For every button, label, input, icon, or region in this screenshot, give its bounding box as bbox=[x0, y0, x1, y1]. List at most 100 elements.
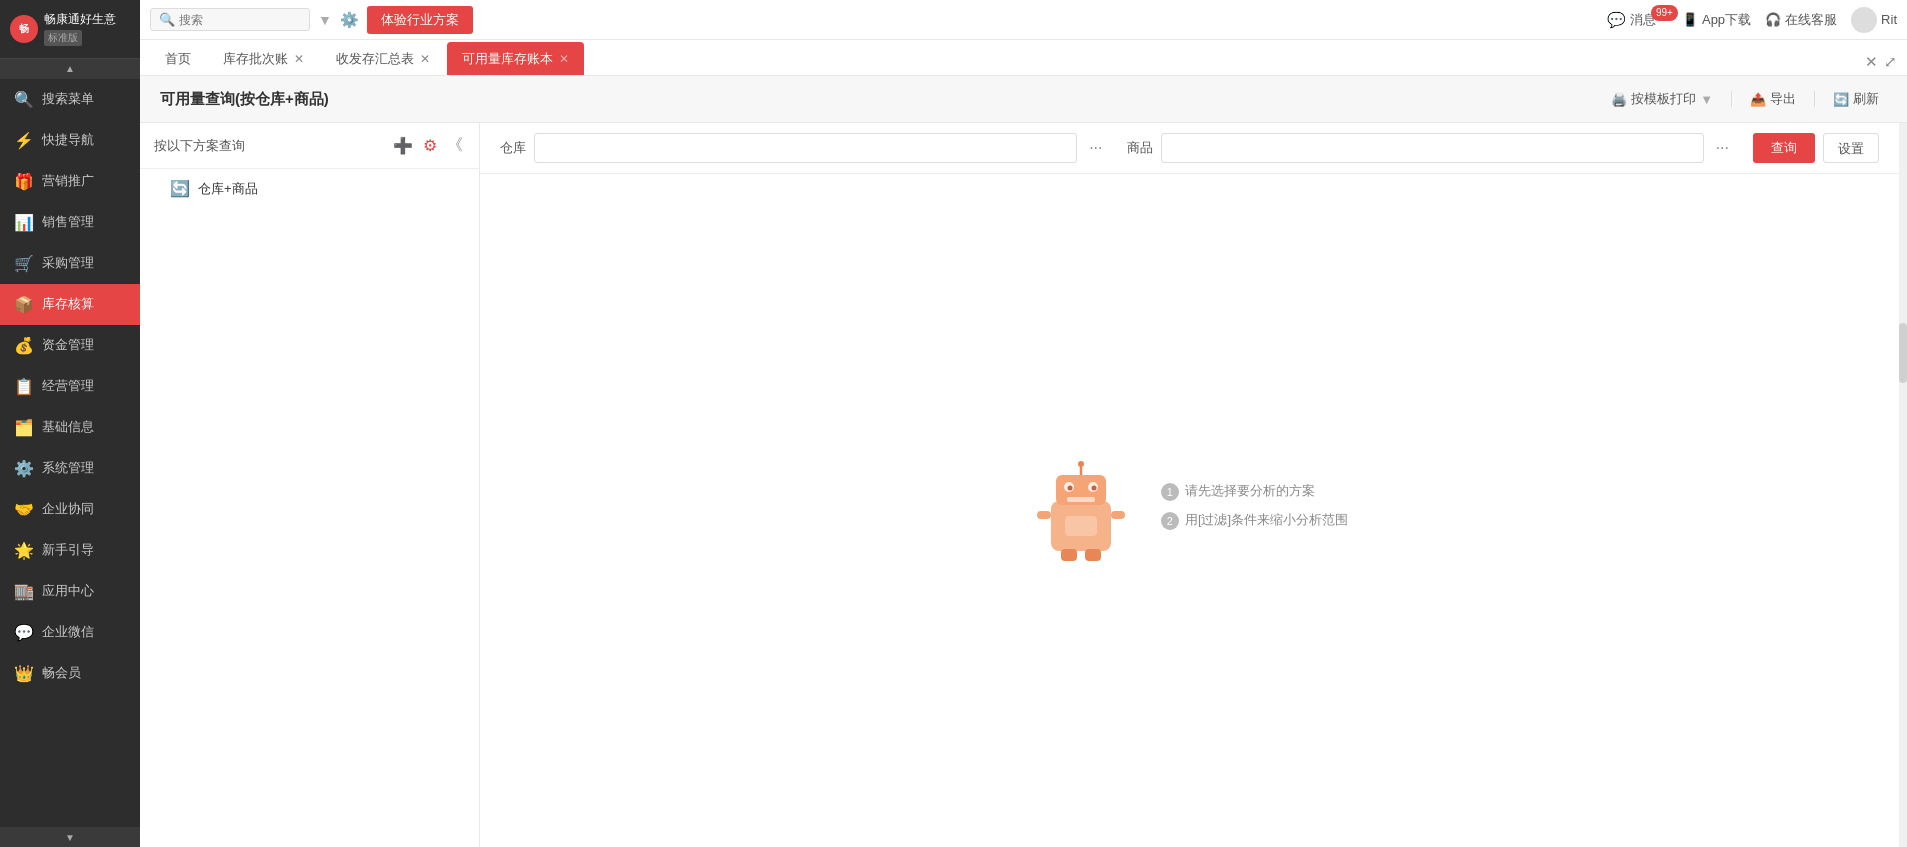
sidebar-item-guide[interactable]: 🌟 新手引导 bbox=[0, 530, 140, 571]
phone-icon: 📱 bbox=[1682, 12, 1698, 27]
app-edition: 标准版 bbox=[44, 30, 82, 46]
empty-illustration bbox=[1031, 461, 1131, 571]
sidebar-item-member[interactable]: 👑 畅会员 bbox=[0, 653, 140, 694]
sidebar-item-enterprise[interactable]: 🤝 企业协同 bbox=[0, 489, 140, 530]
empty-state-inner: 1 请先选择要分析的方案 2 用[过滤]条件来缩小分析范围 bbox=[1031, 461, 1348, 561]
sidebar-nav: 🔍 搜索菜单 ⚡ 快捷导航 🎁 营销推广 📊 销售管理 🛒 采购管理 📦 库存核… bbox=[0, 79, 140, 827]
sidebar-item-shortcut[interactable]: ⚡ 快捷导航 bbox=[0, 120, 140, 161]
tab-batch[interactable]: 库存批次账 ✕ bbox=[208, 42, 319, 75]
sidebar-item-basic[interactable]: 🗂️ 基础信息 bbox=[0, 407, 140, 448]
filter-item-warehouse-product[interactable]: 🔄 仓库+商品 bbox=[140, 169, 479, 208]
tab-receipt[interactable]: 收发存汇总表 ✕ bbox=[321, 42, 445, 75]
hint-item-2: 2 用[过滤]条件来缩小分析范围 bbox=[1161, 511, 1348, 530]
scrollbar-thumb[interactable] bbox=[1899, 323, 1907, 383]
product-more-icon[interactable]: ··· bbox=[1712, 139, 1733, 157]
handshake-icon: 🤝 bbox=[14, 500, 34, 519]
sidebar-item-operations[interactable]: 📋 经营管理 bbox=[0, 366, 140, 407]
sidebar-item-search[interactable]: 🔍 搜索菜单 bbox=[0, 79, 140, 120]
wechat-icon: 💬 bbox=[14, 623, 34, 642]
headset-icon: 🎧 bbox=[1765, 12, 1781, 27]
sidebar: 畅 畅康通好生意 标准版 ▲ 🔍 搜索菜单 ⚡ 快捷导航 🎁 营销推广 📊 销售… bbox=[0, 0, 140, 847]
product-filter-field: 商品 ··· bbox=[1127, 133, 1734, 163]
query-btn[interactable]: 查询 bbox=[1753, 133, 1815, 163]
message-btn[interactable]: 💬 消息 99+ bbox=[1607, 11, 1668, 29]
filter-row: 仓库 ··· 商品 ··· 查询 设置 bbox=[480, 123, 1899, 174]
filter-panel: 按以下方案查询 ➕ ⚙ 《 🔄 仓库+商品 bbox=[140, 123, 480, 847]
sidebar-item-wechat[interactable]: 💬 企业微信 bbox=[0, 612, 140, 653]
online-service-btn[interactable]: 🎧 在线客服 bbox=[1765, 11, 1837, 29]
warehouse-input[interactable] bbox=[534, 133, 1077, 163]
gear-icon: ⚙️ bbox=[14, 459, 34, 478]
app-title: 畅康通好生意 bbox=[44, 12, 116, 28]
topbar-search-box[interactable]: 🔍 bbox=[150, 8, 310, 31]
star-icon: 🌟 bbox=[14, 541, 34, 560]
tabs-controls: ✕ ⤢ bbox=[1865, 53, 1897, 75]
sidebar-item-inventory[interactable]: 📦 库存核算 bbox=[0, 284, 140, 325]
avatar bbox=[1851, 7, 1877, 33]
sidebar-item-appstore[interactable]: 🏬 应用中心 bbox=[0, 571, 140, 612]
clipboard-icon: 📋 bbox=[14, 377, 34, 396]
filter-actions: 查询 设置 bbox=[1753, 133, 1879, 163]
search-input[interactable] bbox=[179, 13, 299, 27]
page-header: 可用量查询(按仓库+商品) 🖨️ 按模板打印 ▼ 📤 导出 🔄 刷新 bbox=[140, 76, 1907, 123]
message-icon: 💬 bbox=[1607, 11, 1626, 29]
topbar-search-icon: 🔍 bbox=[159, 12, 175, 27]
product-label: 商品 bbox=[1127, 139, 1153, 157]
refresh-icon: 🔄 bbox=[1833, 92, 1849, 107]
product-input[interactable] bbox=[1161, 133, 1704, 163]
refresh-btn[interactable]: 🔄 刷新 bbox=[1825, 86, 1887, 112]
app-logo: 畅 bbox=[10, 15, 38, 43]
search-icon: 🔍 bbox=[14, 90, 34, 109]
app-download-btn[interactable]: 📱 App下载 bbox=[1682, 11, 1751, 29]
tab-available[interactable]: 可用量库存账本 ✕ bbox=[447, 42, 584, 75]
main-area: 🔍 ▼ ⚙️ 体验行业方案 💬 消息 99+ 📱 App下载 🎧 在线客服 Ri… bbox=[140, 0, 1907, 847]
sidebar-item-sales[interactable]: 📊 销售管理 bbox=[0, 202, 140, 243]
warehouse-label: 仓库 bbox=[500, 139, 526, 157]
sync-icon: 🔄 bbox=[170, 179, 190, 198]
tab-close-batch[interactable]: ✕ bbox=[294, 52, 304, 66]
svg-point-3 bbox=[1078, 461, 1084, 467]
topbar-right: 💬 消息 99+ 📱 App下载 🎧 在线客服 Rit bbox=[1607, 7, 1897, 33]
svg-rect-13 bbox=[1085, 549, 1101, 561]
print-btn[interactable]: 🖨️ 按模板打印 ▼ bbox=[1603, 86, 1721, 112]
settings-btn[interactable]: 设置 bbox=[1823, 133, 1879, 163]
sidebar-scroll-up[interactable]: ▲ bbox=[0, 59, 140, 79]
user-profile-btn[interactable]: Rit bbox=[1851, 7, 1897, 33]
filter-panel-title: 按以下方案查询 bbox=[154, 137, 245, 155]
chart-icon: 📊 bbox=[14, 213, 34, 232]
print-dropdown-icon[interactable]: ▼ bbox=[1700, 92, 1713, 107]
export-btn[interactable]: 📤 导出 bbox=[1742, 86, 1804, 112]
sidebar-item-system[interactable]: ⚙️ 系统管理 bbox=[0, 448, 140, 489]
folder-icon: 🗂️ bbox=[14, 418, 34, 437]
scrollbar-track[interactable] bbox=[1899, 123, 1907, 847]
lightning-icon: ⚡ bbox=[14, 131, 34, 150]
expand-tab-btn[interactable]: ⤢ bbox=[1884, 53, 1897, 71]
svg-rect-9 bbox=[1037, 511, 1051, 519]
collapse-filter-btn[interactable]: 《 bbox=[445, 133, 465, 158]
sidebar-scroll-down[interactable]: ▼ bbox=[0, 827, 140, 847]
sidebar-item-purchase[interactable]: 🛒 采购管理 bbox=[0, 243, 140, 284]
sidebar-item-marketing[interactable]: 🎁 营销推广 bbox=[0, 161, 140, 202]
add-filter-btn[interactable]: ➕ bbox=[391, 133, 415, 158]
tab-close-available[interactable]: ✕ bbox=[559, 52, 569, 66]
warehouse-filter-field: 仓库 ··· bbox=[500, 133, 1107, 163]
sidebar-item-finance[interactable]: 💰 资金管理 bbox=[0, 325, 140, 366]
industry-btn[interactable]: 体验行业方案 bbox=[367, 6, 473, 34]
filter-panel-actions: ➕ ⚙ 《 bbox=[391, 133, 465, 158]
cart-icon: 🛒 bbox=[14, 254, 34, 273]
tab-home[interactable]: 首页 bbox=[150, 42, 206, 75]
svg-rect-8 bbox=[1067, 497, 1095, 502]
divider bbox=[1731, 91, 1732, 107]
settings-icon[interactable]: ⚙️ bbox=[340, 11, 359, 29]
close-tab-btn[interactable]: ✕ bbox=[1865, 53, 1878, 71]
tab-close-receipt[interactable]: ✕ bbox=[420, 52, 430, 66]
sidebar-header: 畅 畅康通好生意 标准版 bbox=[0, 0, 140, 59]
edit-filter-btn[interactable]: ⚙ bbox=[421, 133, 439, 158]
page-actions: 🖨️ 按模板打印 ▼ 📤 导出 🔄 刷新 bbox=[1603, 86, 1887, 112]
dropdown-icon[interactable]: ▼ bbox=[318, 12, 332, 28]
divider2 bbox=[1814, 91, 1815, 107]
content-area: 按以下方案查询 ➕ ⚙ 《 🔄 仓库+商品 仓库 ··· bbox=[140, 123, 1907, 847]
warehouse-more-icon[interactable]: ··· bbox=[1085, 139, 1106, 157]
empty-image bbox=[1031, 461, 1131, 561]
tab-bar: 首页 库存批次账 ✕ 收发存汇总表 ✕ 可用量库存账本 ✕ ✕ ⤢ bbox=[140, 40, 1907, 76]
